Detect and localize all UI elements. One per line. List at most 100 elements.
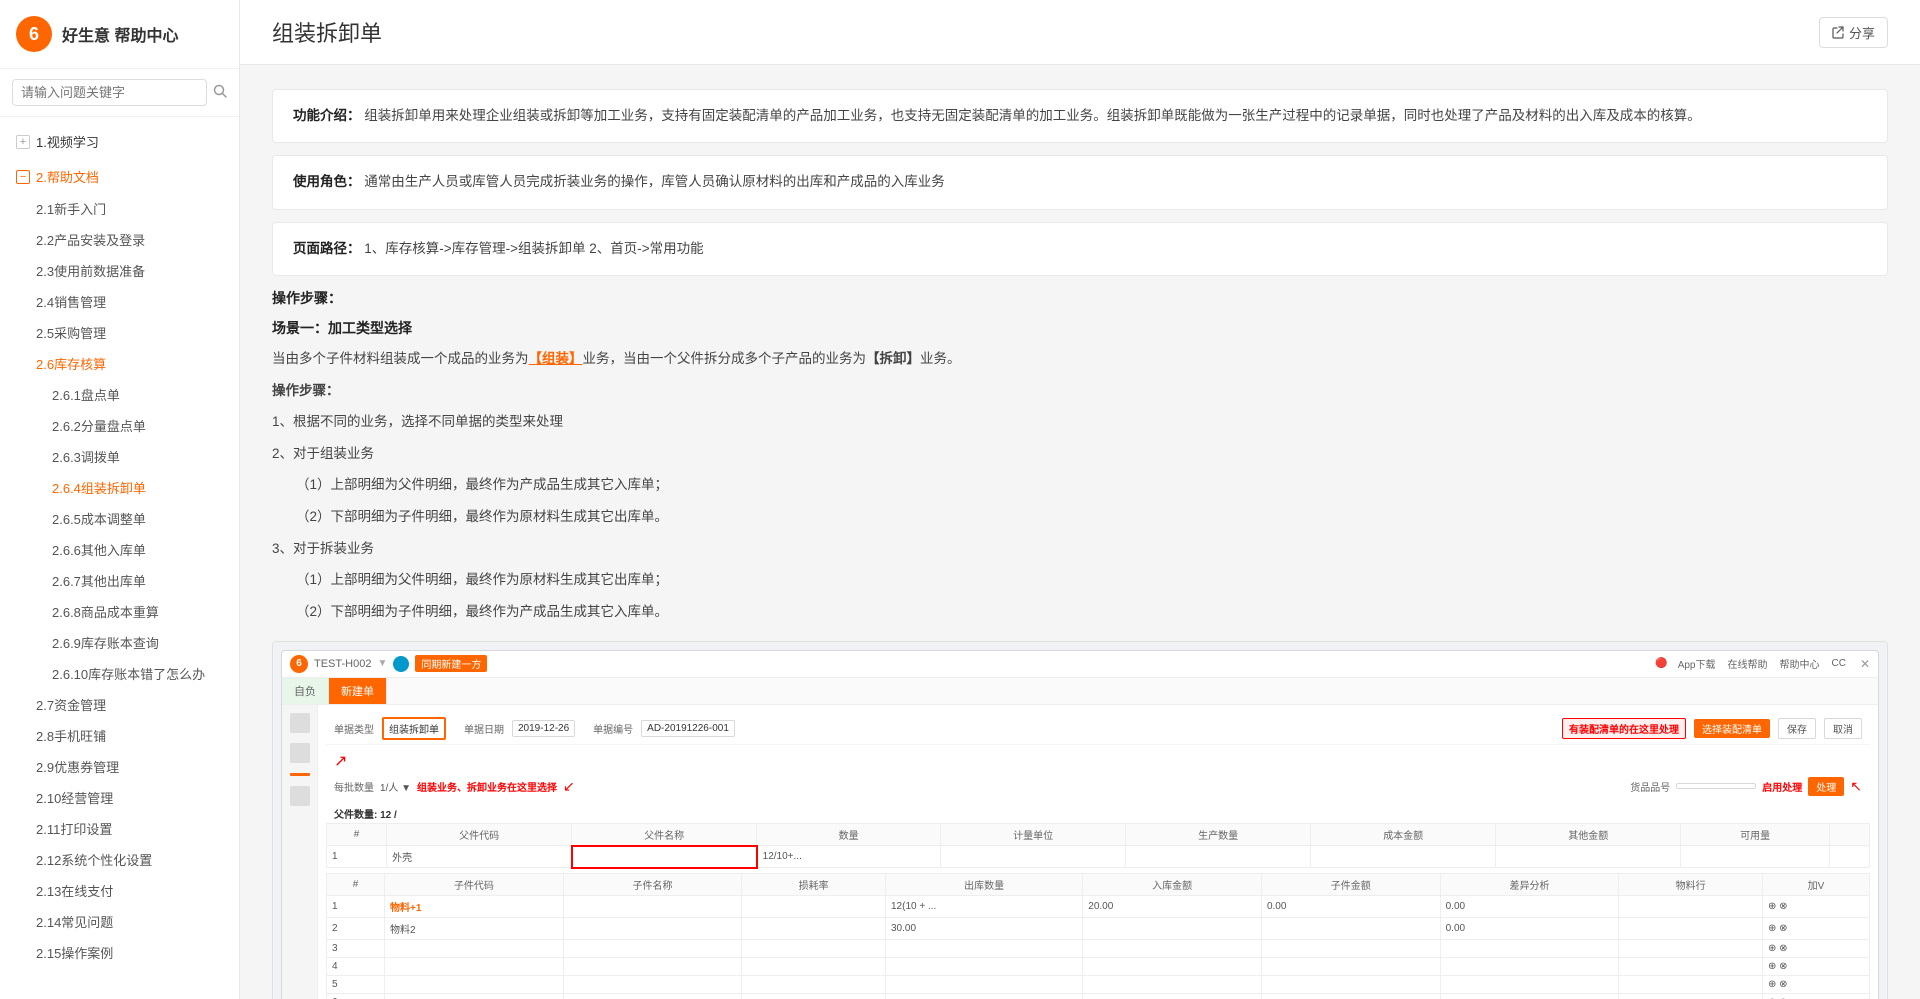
sidebar-item-267[interactable]: 2.6.7其他出库单 (52, 565, 239, 596)
step2-sub2: （2）下部明细为子件明细，最终作为原材料生成其它出库单。 (296, 504, 1888, 530)
mock-upper-header-row: # 父件代码 父件名称 数量 计量单位 生产数量 成本金额 其他 (327, 823, 1870, 846)
sidebar-item-29[interactable]: 2.9优惠券管理 (36, 751, 239, 782)
role-section: 使用角色： 通常由生产人员或库管人员完成折装业务的操作，库管人员确认原材料的出库… (272, 155, 1888, 209)
td-4-2 (385, 957, 564, 975)
scene1-desc-text: 当由多个子件材料组装成一个成品的业务为 (272, 351, 529, 366)
table-row: 6 ⊕ ⊗ (327, 993, 1870, 999)
td-3-7 (1261, 939, 1440, 957)
sidebar-item-266[interactable]: 2.6.6其他入库单 (52, 534, 239, 565)
mock-online-help: 在线帮助 (1727, 656, 1767, 671)
mock-tabs-row: 自负 新建单 (282, 678, 1878, 705)
screenshot-container: 6 TEST-H002 ▼ 同期新建一方 🔴 App下载 在线帮助 帮助中心 C… (272, 641, 1888, 999)
sidebar-item-210[interactable]: 2.10经营管理 (36, 782, 239, 813)
share-button[interactable]: 分享 (1819, 17, 1888, 48)
td-4-6 (1083, 957, 1262, 975)
intro-section: 功能介绍： 组装拆卸单用来处理企业组装或拆卸等加工业务，支持有固定装配清单的产品… (272, 89, 1888, 143)
mock-lth-child-name: 子件名称 (563, 873, 742, 895)
mock-ltd-17: 0.00 (1261, 895, 1440, 917)
main-area: 组装拆卸单 分享 功能介绍： 组装拆卸单用来处理企业组装或拆卸等加工业务，支持有… (240, 0, 1920, 999)
mock-save-btn[interactable]: 保存 (1778, 718, 1816, 739)
mock-num-val: 12 / (380, 810, 397, 821)
mock-upper-tbody: 1 外壳 12/10+... (327, 846, 1870, 868)
td-6-4 (742, 993, 886, 999)
mock-upper-thead: # 父件代码 父件名称 数量 计量单位 生产数量 成本金额 其他 (327, 823, 1870, 846)
sidebar-item-261[interactable]: 2.6.1盘点单 (52, 379, 239, 410)
mock-lower-tbody: 1 物料+1 12(10 + ... 20.00 0.00 (327, 895, 1870, 999)
scene1-desc-text2: 业务，当由一个父件拆分成多个子产品的业务为 (583, 351, 867, 366)
mock-enable-btn[interactable]: 处理 (1808, 777, 1844, 796)
scene1-title: 场景一：加工类型选择 (272, 318, 1888, 338)
sidebar-item-213[interactable]: 2.13在线支付 (36, 875, 239, 906)
td-4-4 (742, 957, 886, 975)
expand-icon: + (16, 135, 30, 149)
mock-select-bom-btn[interactable]: 选择装配清单 (1694, 719, 1770, 738)
mock-ltd-15: 12(10 + ... (886, 895, 1083, 917)
mock-body: 单据类型 组装拆卸单 单据日期 2019-12-26 单据编号 AD-20191… (282, 705, 1878, 999)
sidebar-item-docs[interactable]: − 2.帮助文档 (0, 160, 239, 193)
sidebar-item-212[interactable]: 2.12系统个性化设置 (36, 844, 239, 875)
td-6-8 (1440, 993, 1619, 999)
mock-form-date-value: 2019-12-26 (512, 720, 575, 737)
td-6-7 (1261, 993, 1440, 999)
search-button[interactable] (213, 84, 227, 101)
mock-th-ops (1829, 823, 1869, 846)
step2-sub1: （1）上部明细为父件明细，最终作为产成品生成其它入库单； (296, 472, 1888, 498)
sidebar-item-263[interactable]: 2.6.3调拨单 (52, 441, 239, 472)
td-3-2 (385, 939, 564, 957)
mock-upper-table-wrap: # 父件代码 父件名称 数量 计量单位 生产数量 成本金额 其他 (326, 823, 1870, 869)
mock-search-input[interactable] (1676, 783, 1756, 789)
td-6-1: 6 (327, 993, 385, 999)
step1: 1、根据不同的业务，选择不同单据的类型来处理 (272, 409, 1888, 435)
disassemble-text: 【拆卸】 (866, 351, 920, 366)
search-icon (213, 84, 227, 98)
sidebar-item-2610[interactable]: 2.6.10库存账本错了怎么办 (52, 658, 239, 689)
mock-tab-home[interactable]: 自负 (282, 678, 329, 704)
mock-ltd-ops1: ⊕ ⊗ (1762, 895, 1869, 917)
sidebar-item-videos[interactable]: + 1.视频学习 (0, 125, 239, 158)
sidebar-item-268[interactable]: 2.6.8商品成本重算 (52, 596, 239, 627)
sidebar-item-26[interactable]: 2.6库存核算 (36, 348, 239, 379)
mock-lth-material: 物料行 (1619, 873, 1763, 895)
assembly-link[interactable]: 【组装】 (529, 351, 583, 366)
sidebar-item-28[interactable]: 2.8手机旺铺 (36, 720, 239, 751)
mock-logo: 6 (290, 655, 308, 673)
mock-per-batch-label: 每批数量 (334, 779, 374, 794)
table-row: 1 物料+1 12(10 + ... 20.00 0.00 (327, 895, 1870, 917)
sidebar-item-23[interactable]: 2.3使用前数据准备 (36, 255, 239, 286)
mock-td-10 (1829, 846, 1869, 868)
sidebar-item-25[interactable]: 2.5采购管理 (36, 317, 239, 348)
mock-ltd-26 (1083, 917, 1262, 939)
sidebar-item-265[interactable]: 2.6.5成本调整单 (52, 503, 239, 534)
step2: 2、对于组装业务 (272, 441, 1888, 467)
sidebar-item-22[interactable]: 2.2产品安装及登录 (36, 224, 239, 255)
sidebar-item-214[interactable]: 2.14常见问题 (36, 906, 239, 937)
mock-form-row1: 单据类型 组装拆卸单 单据日期 2019-12-26 单据编号 AD-20191… (326, 713, 1870, 745)
mock-form-date-label: 单据日期 (464, 721, 504, 736)
mock-td-4: 12/10+... (757, 846, 941, 868)
sidebar-item-264[interactable]: 2.6.4组装拆卸单 (52, 472, 239, 503)
mock-lower-header-row: # 子件代码 子件名称 损耗率 出库数量 入库金额 子件金额 (327, 873, 1870, 895)
sidebar-item-262[interactable]: 2.6.2分量盘点单 (52, 410, 239, 441)
sidebar-item-211[interactable]: 2.11打印设置 (36, 813, 239, 844)
mock-th-cost-amt: 成本金额 (1311, 823, 1496, 846)
sidebar-logo: 6 好生意 帮助中心 (0, 0, 239, 69)
sidebar-item-215[interactable]: 2.15操作案例 (36, 937, 239, 968)
mock-tab-new[interactable]: 新建单 (329, 678, 387, 704)
mock-cancel-btn[interactable]: 取消 (1824, 718, 1862, 739)
mock-close-icon[interactable]: ✕ (1860, 657, 1870, 671)
td-3-5 (886, 939, 1083, 957)
sidebar-item-24[interactable]: 2.4销售管理 (36, 286, 239, 317)
mock-window: 6 TEST-H002 ▼ 同期新建一方 🔴 App下载 在线帮助 帮助中心 C… (281, 650, 1879, 999)
sidebar-item-269[interactable]: 2.6.9库存账本查询 (52, 627, 239, 658)
mock-lower-thead: # 子件代码 子件名称 损耗率 出库数量 入库金额 子件金额 (327, 873, 1870, 895)
sidebar-item-27[interactable]: 2.7资金管理 (36, 689, 239, 720)
sidebar-item-label: 2.帮助文档 (36, 167, 99, 186)
nav-group-docs: − 2.帮助文档 2.1新手入门 2.2产品安装及登录 2.3使用前数据准备 2… (0, 160, 239, 968)
mock-upper-table: # 父件代码 父件名称 数量 计量单位 生产数量 成本金额 其他 (326, 823, 1870, 869)
search-input[interactable] (12, 79, 207, 106)
td-3-6 (1083, 939, 1262, 957)
td-4-8 (1440, 957, 1619, 975)
sidebar-item-21[interactable]: 2.1新手入门 (36, 193, 239, 224)
td-6-ops: ⊕ ⊗ (1762, 993, 1869, 999)
mock-th-parent-code: 父件代码 (387, 823, 572, 846)
